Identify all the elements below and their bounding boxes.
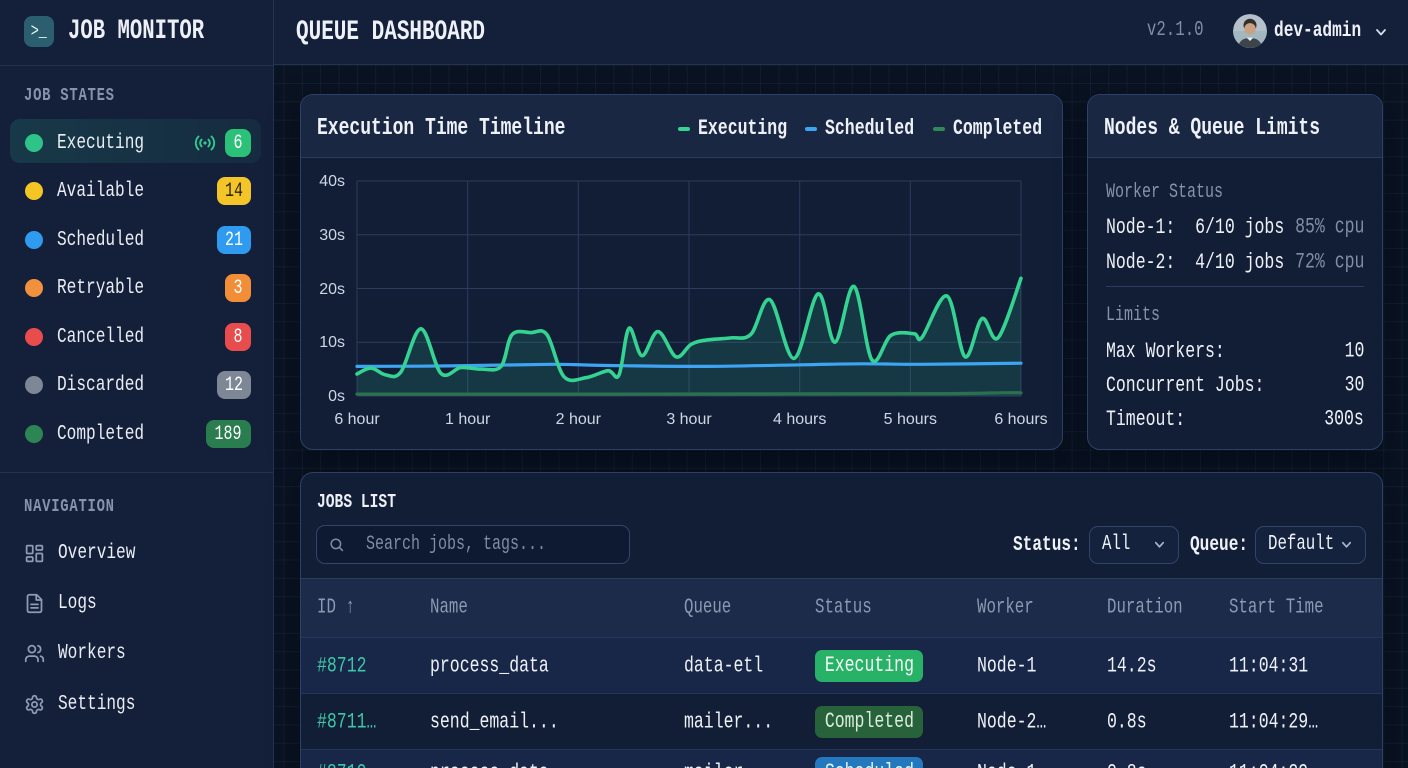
svg-text:20s: 20s bbox=[319, 281, 345, 298]
svg-text:40s: 40s bbox=[319, 173, 345, 190]
svg-text:3 hour: 3 hour bbox=[666, 411, 712, 428]
svg-text:4 hours: 4 hours bbox=[773, 411, 826, 428]
svg-text:5 hours: 5 hours bbox=[884, 411, 937, 428]
svg-text:10s: 10s bbox=[319, 334, 345, 351]
svg-text:0s: 0s bbox=[328, 388, 345, 405]
svg-text:1 hour: 1 hour bbox=[445, 411, 491, 428]
svg-text:6 hours: 6 hours bbox=[994, 411, 1047, 428]
svg-text:6 hour: 6 hour bbox=[334, 411, 380, 428]
svg-text:30s: 30s bbox=[319, 227, 345, 244]
svg-text:2 hour: 2 hour bbox=[556, 411, 602, 428]
